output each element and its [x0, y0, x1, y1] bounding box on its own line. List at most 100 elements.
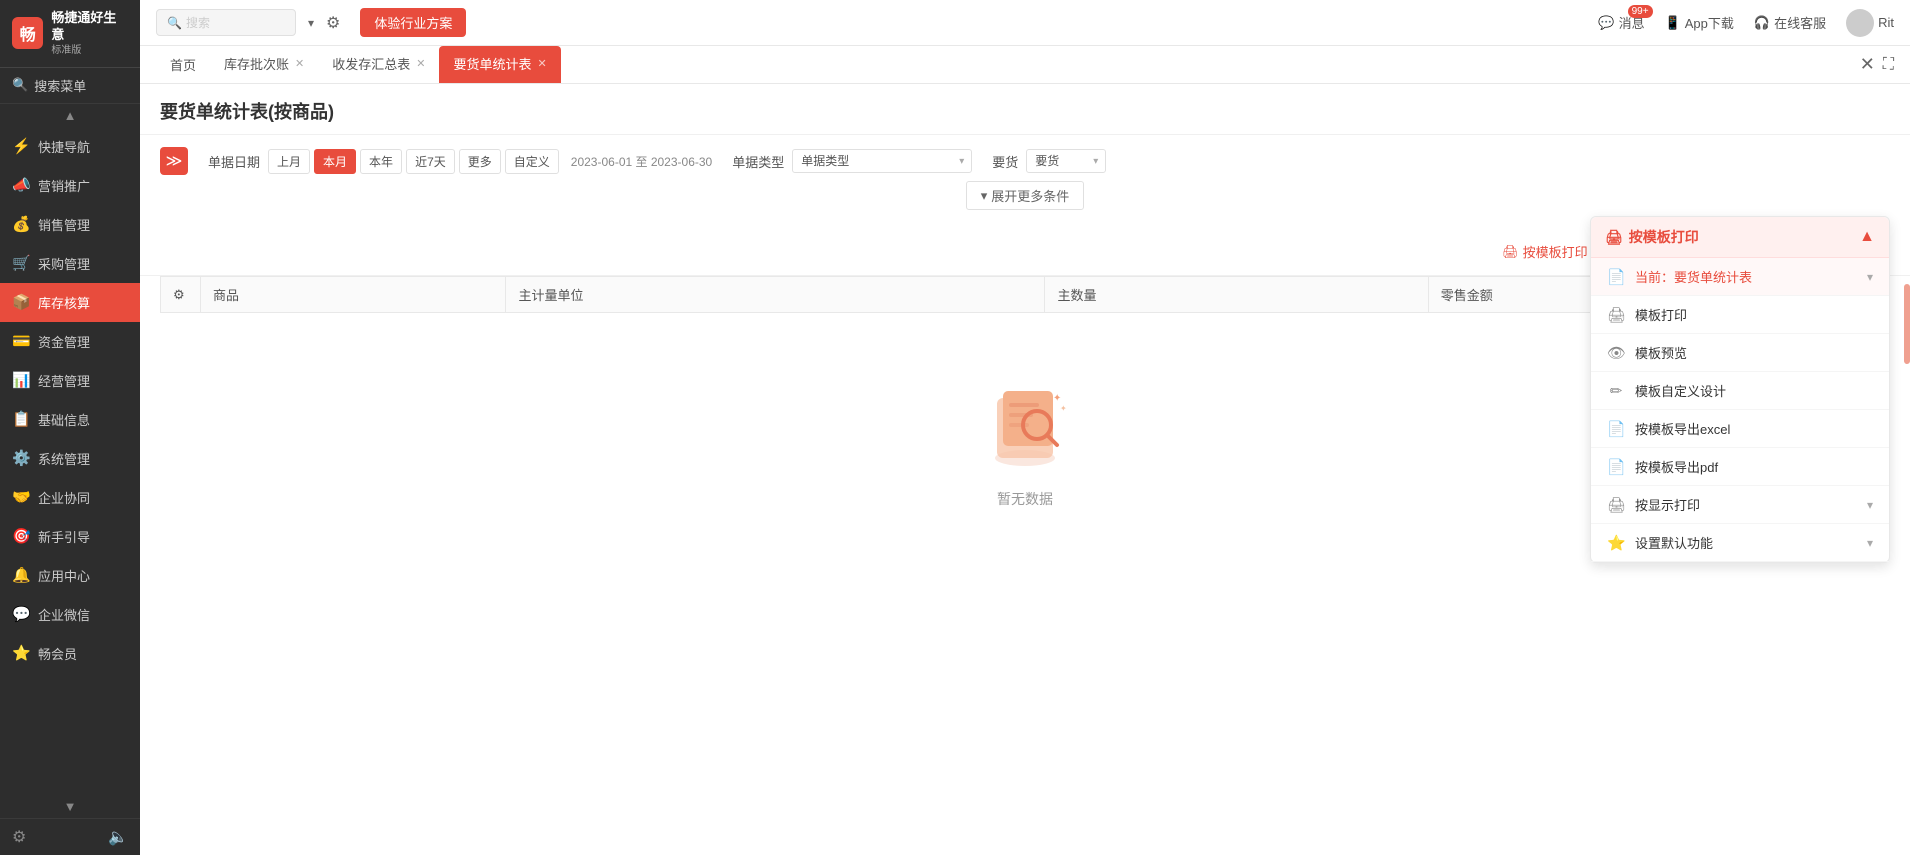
expand-more-icon: ▾	[981, 188, 988, 204]
nav-label-appstore: 应用中心	[38, 566, 90, 585]
sidebar-item-purchase[interactable]: 🛒 采购管理	[0, 244, 140, 283]
message-icon: 💬	[1598, 15, 1614, 31]
expand-window-btn[interactable]: ⛶	[1883, 56, 1894, 74]
popup-item-icon-set-default: ⭐	[1607, 534, 1625, 552]
popup-item-label-template-print: 模板打印	[1635, 305, 1687, 324]
nav-icon-member: ⭐	[12, 644, 30, 662]
tab-close-order-stats[interactable]: ✕	[538, 57, 547, 70]
avatar-img	[1846, 9, 1874, 37]
print-popup-current[interactable]: 📄 当前：要货单统计表 ▾	[1591, 258, 1889, 296]
online-service-btn[interactable]: 🎧 在线客服	[1754, 13, 1826, 32]
date-btn-current-month[interactable]: 本月	[314, 149, 356, 174]
speaker-icon[interactable]: 🔈	[108, 827, 128, 847]
date-btn-custom[interactable]: 自定义	[505, 149, 559, 174]
topbar-dropdown[interactable]: ▾	[308, 16, 314, 30]
nav-label-purchase: 采购管理	[38, 254, 90, 273]
date-btn-more[interactable]: 更多	[459, 149, 501, 174]
nav-label-wechat: 企业微信	[38, 605, 90, 624]
date-btn-current-year[interactable]: 本年	[360, 149, 402, 174]
type-select-wrapper: 单据类型 要货单 采购单 ▾	[792, 149, 972, 173]
empty-text: 暂无数据	[997, 489, 1053, 509]
sidebar-scroll-down[interactable]: ▼	[0, 795, 140, 818]
app-download-btn[interactable]: 📱 App下载	[1665, 13, 1734, 32]
sidebar-item-appstore[interactable]: 🔔 应用中心	[0, 556, 140, 595]
tab-label-order-stats: 要货单统计表	[453, 54, 531, 73]
print-template-btn[interactable]: 🖨 按模板打印 ▲	[1502, 242, 1602, 261]
sidebar-item-corp[interactable]: 🤝 企业协同	[0, 478, 140, 517]
tab-close-receipt-summary[interactable]: ✕	[416, 57, 425, 70]
nav-label-system: 系统管理	[38, 449, 90, 468]
print-popup-item-display-print[interactable]: 🖨 按显示打印▾	[1591, 486, 1889, 524]
sidebar-item-wechat[interactable]: 💬 企业微信	[0, 595, 140, 634]
sidebar-item-operations[interactable]: 📊 经营管理	[0, 361, 140, 400]
user-avatar[interactable]: Rit	[1846, 9, 1894, 37]
sidebar-item-inventory[interactable]: 📦 库存核算	[0, 283, 140, 322]
table-col-settings: ⚙	[161, 277, 201, 313]
topbar-right: 💬 消息 99+ 📱 App下载 🎧 在线客服 Rit	[1598, 9, 1894, 37]
scrollbar-right[interactable]	[1904, 284, 1910, 364]
date-filter-group: 单据日期 上月本月本年近7天更多自定义 2023-06-01 至 2023-06…	[208, 149, 712, 174]
nav-icon-sales: 💰	[12, 215, 30, 233]
popup-item-arrow-display-print: ▾	[1867, 498, 1873, 512]
tab-close-batch-account[interactable]: ✕	[295, 57, 304, 70]
sidebar-scroll-up[interactable]: ▲	[0, 104, 140, 127]
sidebar-search-btn[interactable]: 🔍 搜索菜单	[0, 68, 140, 104]
search-icon: 🔍	[12, 77, 28, 93]
current-icon: 📄	[1607, 268, 1625, 286]
print-popup-item-template-export-excel[interactable]: 📄 按模板导出excel	[1591, 410, 1889, 448]
main-area: 🔍 搜索 ▾ ⚙ 体验行业方案 💬 消息 99+ 📱 App下载 🎧 在线客服 …	[140, 0, 1910, 855]
popup-item-label-template-preview: 模板预览	[1635, 343, 1687, 362]
print-popup-item-set-default[interactable]: ⭐ 设置默认功能▾	[1591, 524, 1889, 562]
expand-more-row: ▾ 展开更多条件	[160, 175, 1890, 216]
svg-text:✦: ✦	[1053, 393, 1061, 404]
logo-icon: 畅	[12, 17, 43, 49]
print-popup-close-btn[interactable]: ▲	[1859, 228, 1875, 246]
tab-label-home: 首页	[170, 55, 196, 74]
filter-collapse-btn[interactable]: ≫	[160, 147, 188, 175]
popup-item-label-template-design: 模板自定义设计	[1635, 381, 1726, 400]
type-select[interactable]: 单据类型 要货单 采购单	[792, 149, 972, 173]
topbar-search[interactable]: 🔍 搜索	[156, 9, 296, 36]
messages-btn[interactable]: 💬 消息 99+	[1598, 13, 1644, 32]
tab-label-receipt-summary: 收发存汇总表	[332, 54, 410, 73]
expand-more-btn[interactable]: ▾ 展开更多条件	[966, 181, 1085, 210]
sidebar-item-member[interactable]: ⭐ 畅会员	[0, 634, 140, 673]
tab-batch-account[interactable]: 库存批次账✕	[210, 46, 318, 83]
tab-order-stats[interactable]: 要货单统计表 ✕	[439, 46, 560, 83]
print-popup-item-template-design[interactable]: ✏ 模板自定义设计	[1591, 372, 1889, 410]
print-popup-item-template-export-pdf[interactable]: 📄 按模板导出pdf	[1591, 448, 1889, 486]
page-content: 要货单统计表(按商品) ≫ 单据日期 上月本月本年近7天更多自定义 2023-0…	[140, 84, 1910, 855]
tab-home[interactable]: 首页	[156, 47, 210, 82]
current-arrow-icon: ▾	[1867, 270, 1873, 284]
close-window-btn[interactable]: ✕	[1860, 54, 1875, 75]
sidebar-item-basics[interactable]: 📋 基础信息	[0, 400, 140, 439]
sidebar-item-finance[interactable]: 💳 资金管理	[0, 322, 140, 361]
print-popup-item-template-print[interactable]: 🖨 模板打印	[1591, 296, 1889, 334]
tab-receipt-summary[interactable]: 收发存汇总表 ✕	[318, 46, 439, 83]
date-btn-last-7days[interactable]: 近7天	[406, 149, 455, 174]
print-popup-title: 🖨 按模板打印	[1605, 227, 1699, 247]
nav-label-basics: 基础信息	[38, 410, 90, 429]
trial-btn[interactable]: 体验行业方案	[360, 8, 466, 37]
sidebar-item-system[interactable]: ⚙️ 系统管理	[0, 439, 140, 478]
headset-icon: 🎧	[1754, 15, 1770, 31]
nav-label-marketing: 营销推广	[38, 176, 90, 195]
popup-item-label-display-print: 按显示打印	[1635, 495, 1700, 514]
print-popup-item-template-preview[interactable]: 👁 模板预览	[1591, 334, 1889, 372]
nav-icon-finance: 💳	[12, 332, 30, 350]
nav-icon-marketing: 📣	[12, 176, 30, 194]
nav-icon-guide: 🎯	[12, 527, 30, 545]
sidebar-item-marketing[interactable]: 📣 营销推广	[0, 166, 140, 205]
yaohuodan-select[interactable]: 要货	[1026, 149, 1106, 173]
nav-icon-operations: 📊	[12, 371, 30, 389]
topbar-settings-icon[interactable]: ⚙	[326, 13, 340, 33]
sidebar-item-quick-nav[interactable]: ⚡ 快捷导航	[0, 127, 140, 166]
settings-bottom-icon[interactable]: ⚙	[12, 827, 26, 847]
nav-label-corp: 企业协同	[38, 488, 90, 507]
date-btn-last-month[interactable]: 上月	[268, 149, 310, 174]
popup-item-arrow-set-default: ▾	[1867, 536, 1873, 550]
sidebar-item-sales[interactable]: 💰 销售管理	[0, 205, 140, 244]
sidebar-item-guide[interactable]: 🎯 新手引导	[0, 517, 140, 556]
type-filter-group: 单据类型 单据类型 要货单 采购单 ▾	[732, 149, 972, 173]
nav-icon-appstore: 🔔	[12, 566, 30, 584]
